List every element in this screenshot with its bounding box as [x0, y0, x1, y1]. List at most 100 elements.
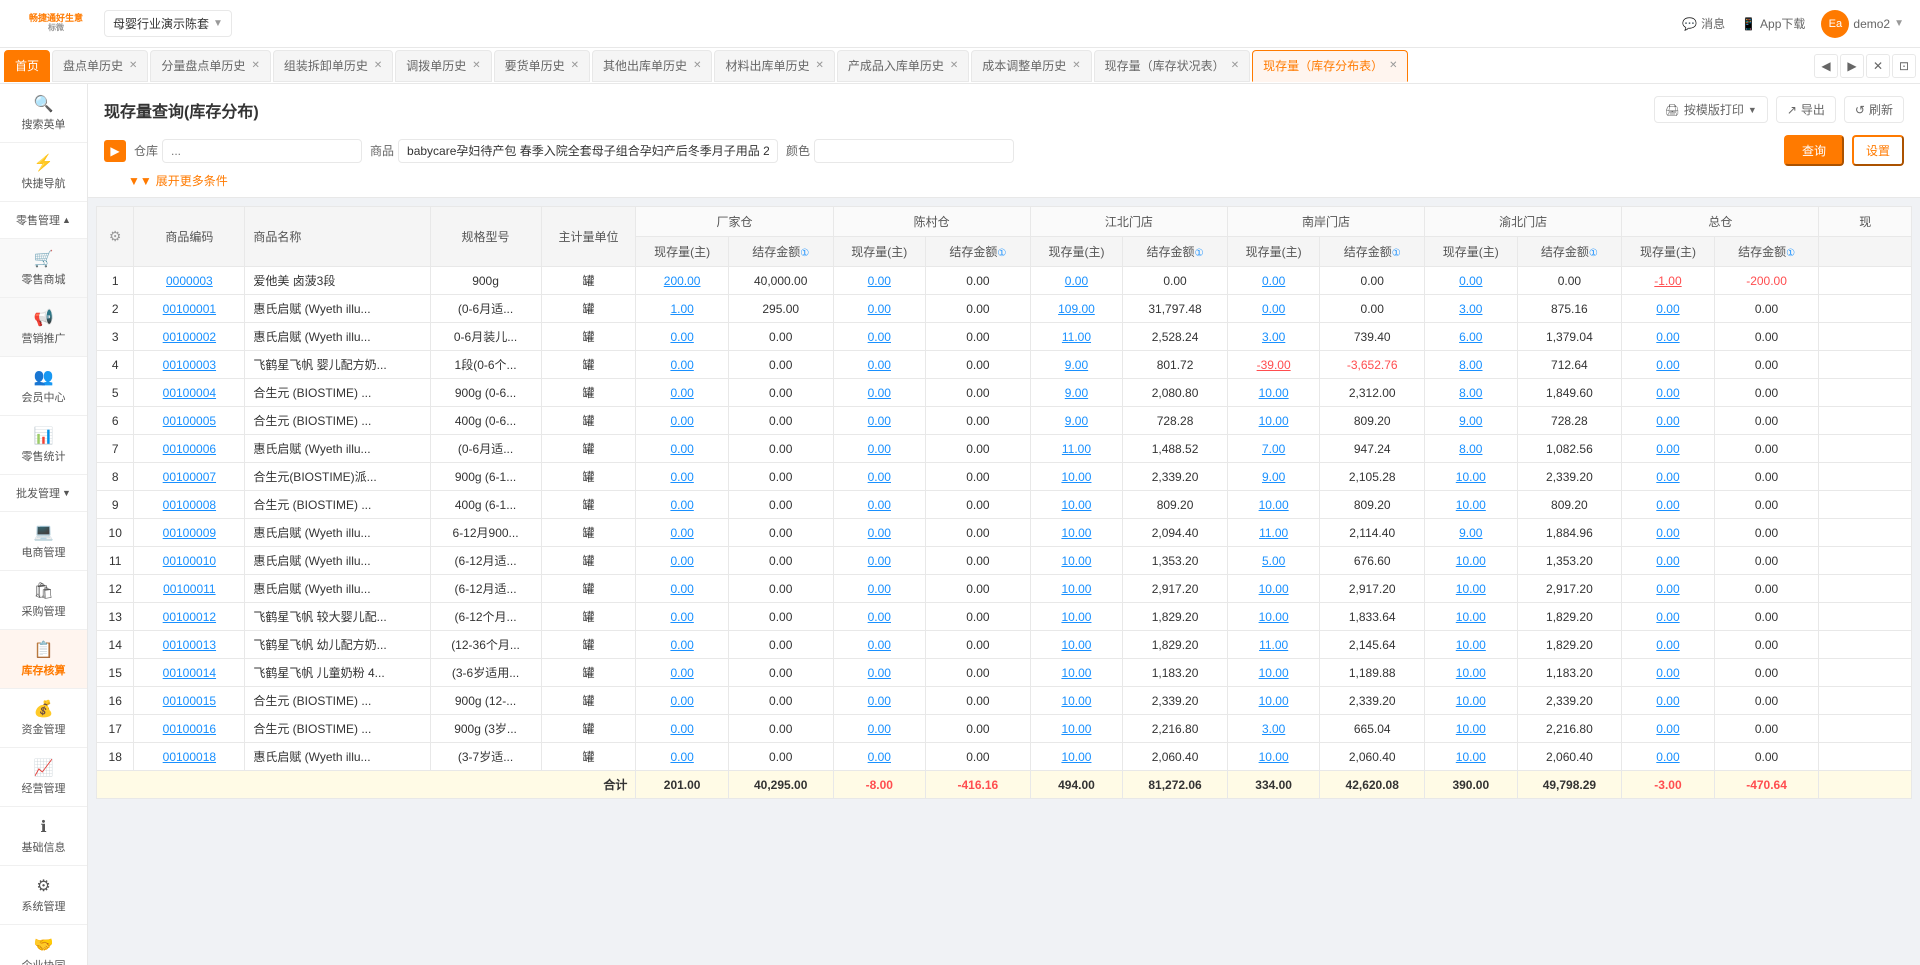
tab-inventory-check[interactable]: 盘点单历史 ✕: [52, 50, 148, 82]
jiangbei-info-icon[interactable]: ①: [1195, 248, 1204, 259]
row-nanan-qty[interactable]: 9.00: [1227, 463, 1319, 491]
row-yubei-qty[interactable]: 10.00: [1425, 463, 1517, 491]
sidebar-item-retail-mgmt[interactable]: 零售管理 ▲: [0, 202, 87, 239]
row-nanan-qty[interactable]: 10.00: [1227, 379, 1319, 407]
tab-close-icon[interactable]: ✕: [693, 60, 701, 71]
row-yubei-qty[interactable]: 9.00: [1425, 407, 1517, 435]
row-jiangbei-qty[interactable]: 10.00: [1030, 491, 1122, 519]
sidebar-item-purchase[interactable]: 🛍 采购管理: [0, 571, 87, 630]
refresh-btn[interactable]: ↺ 刷新: [1844, 96, 1904, 123]
row-nanan-qty[interactable]: 10.00: [1227, 407, 1319, 435]
tab-home[interactable]: 首页: [4, 50, 50, 82]
row-yubei-qty[interactable]: 0.00: [1425, 267, 1517, 295]
row-code[interactable]: 0000003: [134, 267, 245, 295]
row-nanan-qty[interactable]: 7.00: [1227, 435, 1319, 463]
tab-other-out[interactable]: 其他出库单历史 ✕: [592, 50, 712, 82]
row-fac-qty[interactable]: 0.00: [636, 603, 728, 631]
row-chen-qty[interactable]: 0.00: [833, 631, 925, 659]
row-total-qty[interactable]: 0.00: [1622, 547, 1714, 575]
export-btn[interactable]: ↗ 导出: [1776, 96, 1836, 123]
settings-btn[interactable]: 设置: [1852, 135, 1904, 166]
row-jiangbei-qty[interactable]: 10.00: [1030, 715, 1122, 743]
sidebar-item-inventory[interactable]: 📋 库存核算: [0, 630, 87, 689]
row-chen-qty[interactable]: 0.00: [833, 743, 925, 771]
row-yubei-qty[interactable]: 10.00: [1425, 687, 1517, 715]
row-total-qty[interactable]: 0.00: [1622, 575, 1714, 603]
row-nanan-qty[interactable]: 10.00: [1227, 603, 1319, 631]
row-total-qty[interactable]: 0.00: [1622, 743, 1714, 771]
row-total-qty[interactable]: 0.00: [1622, 351, 1714, 379]
color-input[interactable]: [814, 139, 1014, 163]
row-chen-qty[interactable]: 0.00: [833, 687, 925, 715]
tab-product-in[interactable]: 产成品入库单历史 ✕: [837, 50, 969, 82]
row-yubei-qty[interactable]: 10.00: [1425, 743, 1517, 771]
industry-selector[interactable]: 母婴行业演示陈套 ▼: [104, 10, 232, 37]
row-jiangbei-qty[interactable]: 10.00: [1030, 519, 1122, 547]
row-jiangbei-qty[interactable]: 10.00: [1030, 631, 1122, 659]
row-code[interactable]: 00100008: [134, 491, 245, 519]
row-fac-qty[interactable]: 0.00: [636, 715, 728, 743]
tab-close-icon[interactable]: ✕: [571, 60, 579, 71]
row-jiangbei-qty[interactable]: 10.00: [1030, 659, 1122, 687]
row-total-qty[interactable]: 0.00: [1622, 687, 1714, 715]
row-nanan-qty[interactable]: 3.00: [1227, 323, 1319, 351]
tab-close-icon[interactable]: ✕: [1231, 60, 1239, 71]
sidebar-item-ecommerce[interactable]: 💻 电商管理: [0, 512, 87, 571]
row-jiangbei-qty[interactable]: 11.00: [1030, 323, 1122, 351]
row-code[interactable]: 00100005: [134, 407, 245, 435]
tab-close-icon[interactable]: ✕: [1072, 60, 1080, 71]
row-code[interactable]: 00100010: [134, 547, 245, 575]
row-chen-qty[interactable]: 0.00: [833, 575, 925, 603]
tab-next-btn[interactable]: ▶: [1840, 54, 1864, 78]
tab-stock-status[interactable]: 现存量（库存状况表） ✕: [1094, 50, 1250, 82]
row-jiangbei-qty[interactable]: 10.00: [1030, 463, 1122, 491]
tab-prev-btn[interactable]: ◀: [1814, 54, 1838, 78]
row-yubei-qty[interactable]: 10.00: [1425, 631, 1517, 659]
row-fac-qty[interactable]: 0.00: [636, 575, 728, 603]
row-yubei-qty[interactable]: 10.00: [1425, 575, 1517, 603]
sidebar-item-basic-info[interactable]: ℹ 基础信息: [0, 807, 87, 866]
row-yubei-qty[interactable]: 8.00: [1425, 379, 1517, 407]
row-code[interactable]: 00100001: [134, 295, 245, 323]
row-fac-qty[interactable]: 0.00: [636, 687, 728, 715]
row-code[interactable]: 00100016: [134, 715, 245, 743]
tab-close-icon[interactable]: ✕: [129, 60, 137, 71]
row-nanan-qty[interactable]: 11.00: [1227, 631, 1319, 659]
yubei-info-icon[interactable]: ①: [1589, 248, 1598, 259]
row-total-qty[interactable]: 0.00: [1622, 603, 1714, 631]
row-chen-qty[interactable]: 0.00: [833, 267, 925, 295]
row-total-qty[interactable]: -1.00: [1622, 267, 1714, 295]
row-fac-qty[interactable]: 0.00: [636, 351, 728, 379]
row-chen-qty[interactable]: 0.00: [833, 659, 925, 687]
query-btn[interactable]: 查询: [1784, 135, 1844, 166]
tab-close-icon[interactable]: ✕: [815, 60, 823, 71]
row-yubei-qty[interactable]: 10.00: [1425, 491, 1517, 519]
print-btn[interactable]: 🖨 按模版打印 ▼: [1654, 96, 1768, 123]
row-code[interactable]: 00100015: [134, 687, 245, 715]
row-code[interactable]: 00100013: [134, 631, 245, 659]
sidebar-item-search[interactable]: 🔍 搜索英单: [0, 84, 87, 143]
row-nanan-qty[interactable]: 10.00: [1227, 659, 1319, 687]
tab-close-icon[interactable]: ✕: [472, 60, 480, 71]
row-code[interactable]: 00100011: [134, 575, 245, 603]
row-nanan-qty[interactable]: 0.00: [1227, 267, 1319, 295]
row-chen-qty[interactable]: 0.00: [833, 603, 925, 631]
row-nanan-qty[interactable]: 11.00: [1227, 519, 1319, 547]
tab-material-out[interactable]: 材料出库单历史 ✕: [714, 50, 834, 82]
row-chen-qty[interactable]: 0.00: [833, 715, 925, 743]
row-nanan-qty[interactable]: 10.00: [1227, 687, 1319, 715]
row-fac-qty[interactable]: 0.00: [636, 435, 728, 463]
row-chen-qty[interactable]: 0.00: [833, 463, 925, 491]
row-fac-qty[interactable]: 0.00: [636, 323, 728, 351]
row-code[interactable]: 00100002: [134, 323, 245, 351]
row-chen-qty[interactable]: 0.00: [833, 435, 925, 463]
row-total-qty[interactable]: 0.00: [1622, 463, 1714, 491]
row-fac-qty[interactable]: 0.00: [636, 743, 728, 771]
app-download-btn[interactable]: 📱 App下载: [1741, 15, 1805, 32]
row-total-qty[interactable]: 0.00: [1622, 715, 1714, 743]
tab-sub-inventory[interactable]: 分量盘点单历史 ✕: [150, 50, 270, 82]
nanan-info-icon[interactable]: ①: [1392, 248, 1401, 259]
row-jiangbei-qty[interactable]: 10.00: [1030, 575, 1122, 603]
row-jiangbei-qty[interactable]: 10.00: [1030, 687, 1122, 715]
row-fac-qty[interactable]: 1.00: [636, 295, 728, 323]
